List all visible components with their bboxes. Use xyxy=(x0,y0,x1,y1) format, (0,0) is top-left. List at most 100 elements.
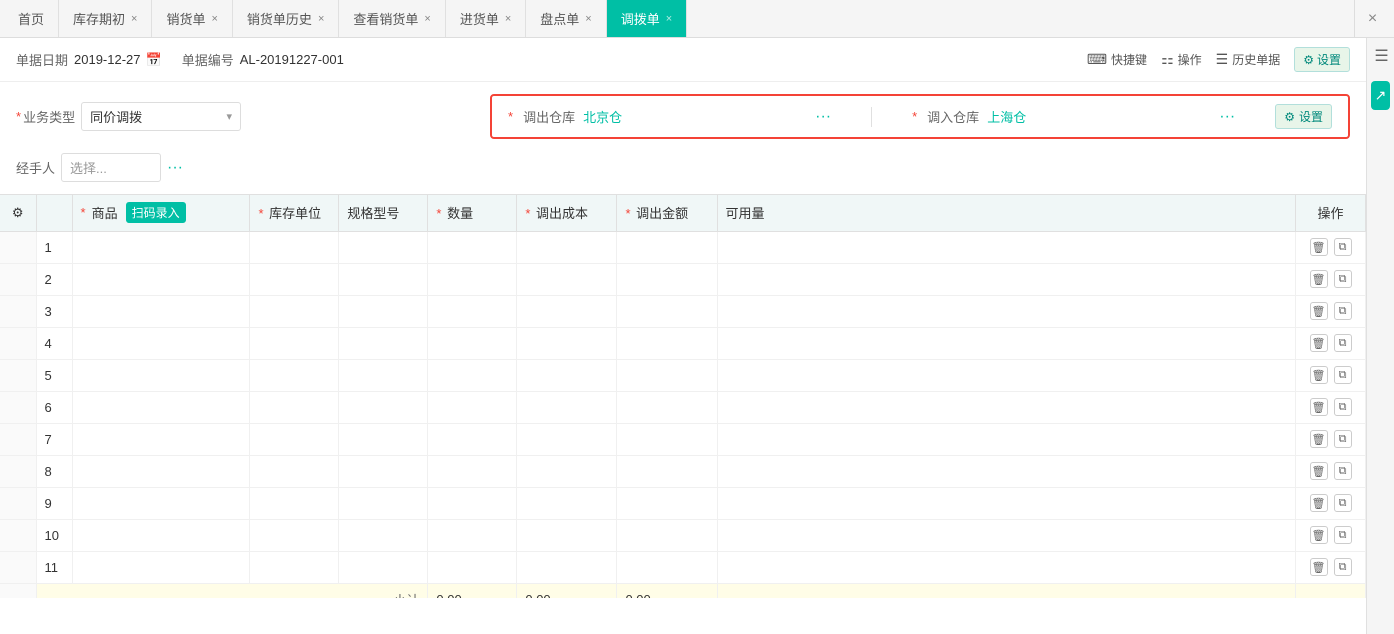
doc-no-value: AL-20191227-001 xyxy=(240,52,344,67)
action-btn[interactable]: ⚏ 操作 xyxy=(1161,51,1202,68)
copy-icon[interactable]: ⧉ xyxy=(1334,526,1352,544)
biz-type-value: 同价调拨 xyxy=(90,107,226,126)
row-product-1[interactable] xyxy=(72,231,250,263)
calendar-icon[interactable]: 📅 xyxy=(146,52,162,68)
copy-icon[interactable]: ⧉ xyxy=(1334,334,1352,352)
tab-sales-history[interactable]: 销货单历史 × xyxy=(233,0,339,37)
table-row: 9 🗑⧉ xyxy=(0,487,1366,519)
table-row: 10 🗑⧉ xyxy=(0,519,1366,551)
out-warehouse-more-btn[interactable]: ··· xyxy=(815,108,831,126)
operator-input[interactable]: 选择... xyxy=(61,153,161,182)
tab-stock-init[interactable]: 库存期初 × xyxy=(59,0,152,37)
row-available-1 xyxy=(717,231,1295,263)
table-gear-icon[interactable]: ⚙ xyxy=(12,205,24,220)
tab-close-sales-order[interactable]: × xyxy=(211,13,217,25)
doc-no-field: 单据编号 AL-20191227-001 xyxy=(182,50,344,69)
subtotal-row: 小计 0.00 0.00 0.00 xyxy=(0,583,1366,598)
in-warehouse-more-btn[interactable]: ··· xyxy=(1219,108,1235,126)
tab-close-sales-history[interactable]: × xyxy=(318,13,324,25)
delete-icon[interactable]: 🗑 xyxy=(1310,302,1328,320)
delete-icon[interactable]: 🗑 xyxy=(1310,526,1328,544)
warehouse-divider xyxy=(871,107,872,127)
shortcut-btn[interactable]: ⌨ 快捷键 xyxy=(1087,51,1147,68)
out-wh-required: * xyxy=(508,109,513,124)
right-sidebar: ☰ ↗ xyxy=(1366,38,1394,634)
copy-icon[interactable]: ⧉ xyxy=(1334,270,1352,288)
subtotal-amount: 0.00 xyxy=(617,583,717,598)
col-product: * 商品 扫码录入 xyxy=(72,195,250,231)
doc-date-label: 单据日期 xyxy=(16,50,68,69)
shortcut-icon: ⌨ xyxy=(1087,51,1107,68)
delete-icon[interactable]: 🗑 xyxy=(1310,494,1328,512)
table-container: ⚙ * 商品 扫码录入 * 库存单位 xyxy=(0,194,1366,598)
tab-home[interactable]: 首页 xyxy=(4,0,59,37)
main-content: 单据日期 2019-12-27 📅 单据编号 AL-20191227-001 ⌨… xyxy=(0,38,1366,634)
table-row: 2 🗑⧉ xyxy=(0,263,1366,295)
tab-stocktake[interactable]: 盘点单 × xyxy=(526,0,606,37)
delete-icon[interactable]: 🗑 xyxy=(1310,398,1328,416)
tab-close-stocktake[interactable]: × xyxy=(585,13,591,25)
tab-sales-order[interactable]: 销货单 × xyxy=(152,0,232,37)
in-warehouse-value: 上海仓 xyxy=(987,107,1205,126)
in-warehouse-field: * 调入仓库 上海仓 ··· xyxy=(912,107,1235,126)
table-row: 1 🗑 ⧉ xyxy=(0,231,1366,263)
col-gear[interactable]: ⚙ xyxy=(0,195,36,231)
copy-icon[interactable]: ⧉ xyxy=(1334,398,1352,416)
out-warehouse-value: 北京仓 xyxy=(583,107,801,126)
col-seq xyxy=(36,195,72,231)
copy-icon[interactable]: ⧉ xyxy=(1334,366,1352,384)
copy-icon[interactable]: ⧉ xyxy=(1334,558,1352,576)
settings-icon: ⚙ xyxy=(1303,53,1314,67)
delete-icon[interactable]: 🗑 xyxy=(1310,430,1328,448)
sidebar-export-icon[interactable]: ↗ xyxy=(1371,81,1391,110)
tab-view-sales[interactable]: 查看销货单 × xyxy=(339,0,445,37)
doc-no-label: 单据编号 xyxy=(182,50,234,69)
tab-close-view-sales[interactable]: × xyxy=(424,13,430,25)
col-available: 可用量 xyxy=(717,195,1295,231)
operator-field: 经手人 选择... ··· xyxy=(16,153,183,182)
tab-bar: 首页 库存期初 × 销货单 × 销货单历史 × 查看销货单 × 进货单 × 盘点… xyxy=(0,0,1394,38)
row-amount-1[interactable] xyxy=(617,231,717,263)
copy-icon[interactable]: ⧉ xyxy=(1334,302,1352,320)
copy-icon[interactable]: ⧉ xyxy=(1334,462,1352,480)
out-warehouse-field: * 调出仓库 北京仓 ··· xyxy=(508,107,831,126)
delete-icon[interactable]: 🗑 xyxy=(1310,270,1328,288)
tab-bar-close-btn[interactable]: × xyxy=(1354,0,1390,37)
row-ops-1: 🗑 ⧉ xyxy=(1296,231,1366,263)
biz-type-select[interactable]: 同价调拨 ▾ xyxy=(81,102,241,131)
copy-icon-1[interactable]: ⧉ xyxy=(1334,238,1352,256)
table-row: 7 🗑⧉ xyxy=(0,423,1366,455)
table-row: 5 🗑⧉ xyxy=(0,359,1366,391)
warehouse-settings-btn[interactable]: ⚙ 设置 xyxy=(1275,104,1332,129)
row-cost-1[interactable] xyxy=(517,231,617,263)
history-btn[interactable]: ☰ 历史单据 xyxy=(1216,51,1281,68)
delete-icon[interactable]: 🗑 xyxy=(1310,462,1328,480)
operator-more-btn[interactable]: ··· xyxy=(167,159,183,177)
delete-icon[interactable]: 🗑 xyxy=(1310,366,1328,384)
in-wh-required: * xyxy=(912,109,917,124)
delete-icon[interactable]: 🗑 xyxy=(1310,558,1328,576)
row-spec-1[interactable] xyxy=(339,231,428,263)
toolbar-right: ⌨ 快捷键 ⚏ 操作 ☰ 历史单据 ⚙ 设置 xyxy=(1087,47,1350,72)
subtotal-cost: 0.00 xyxy=(517,583,617,598)
tab-close-stock-init[interactable]: × xyxy=(131,13,137,25)
copy-icon[interactable]: ⧉ xyxy=(1334,430,1352,448)
delete-icon[interactable]: 🗑 xyxy=(1310,334,1328,352)
tab-transfer[interactable]: 调拨单 × xyxy=(607,0,687,37)
tab-purchase[interactable]: 进货单 × xyxy=(446,0,526,37)
delete-icon-1[interactable]: 🗑 xyxy=(1310,238,1328,256)
tab-close-purchase[interactable]: × xyxy=(505,13,511,25)
col-qty: * 数量 xyxy=(428,195,517,231)
table-row: 3 🗑⧉ xyxy=(0,295,1366,327)
copy-icon[interactable]: ⧉ xyxy=(1334,494,1352,512)
tab-close-transfer[interactable]: × xyxy=(666,13,672,25)
subtotal-label: 小计 xyxy=(36,583,428,598)
in-warehouse-label: 调入仓库 xyxy=(927,107,979,126)
sidebar-list-icon[interactable]: ☰ xyxy=(1371,46,1390,65)
settings-btn-toolbar[interactable]: ⚙ 设置 xyxy=(1294,47,1350,72)
subtotal-qty: 0.00 xyxy=(428,583,517,598)
row-qty-1[interactable] xyxy=(428,231,517,263)
scan-entry-btn[interactable]: 扫码录入 xyxy=(126,202,186,223)
row-unit-1[interactable] xyxy=(250,231,339,263)
chevron-down-icon: ▾ xyxy=(227,110,233,123)
